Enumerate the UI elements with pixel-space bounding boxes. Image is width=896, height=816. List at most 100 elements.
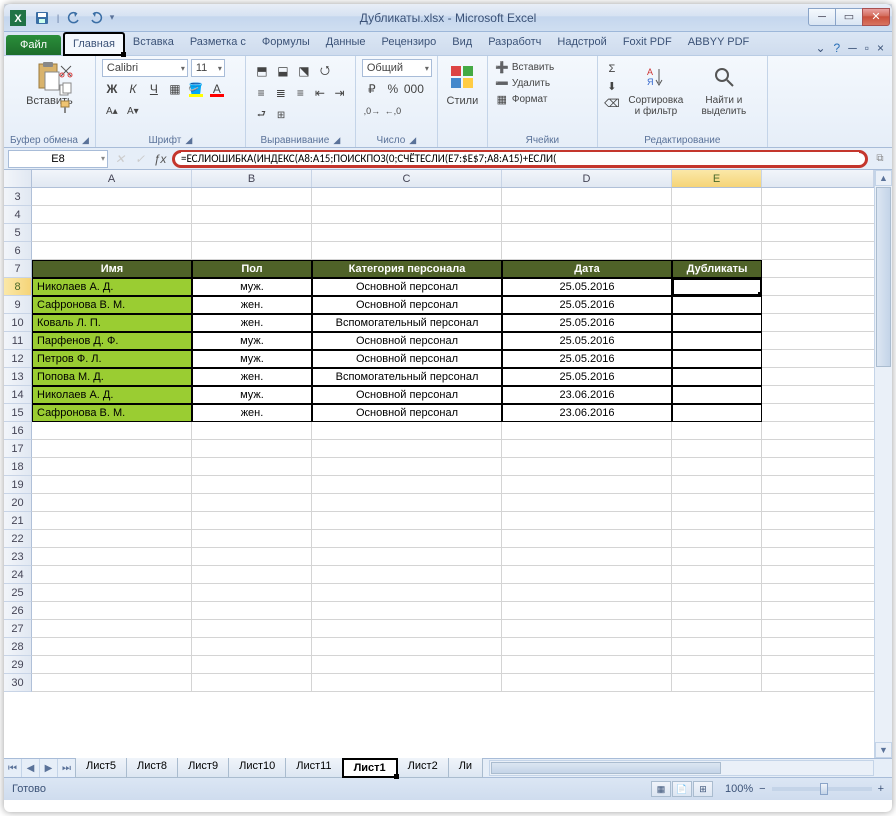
cell-E17[interactable] <box>672 440 762 458</box>
row-header[interactable]: 29 <box>4 656 32 674</box>
cell-C28[interactable] <box>312 638 502 656</box>
cell-D5[interactable] <box>502 224 672 242</box>
scroll-up-icon[interactable]: ▲ <box>875 170 892 186</box>
vertical-scrollbar[interactable]: ▲ ▼ <box>874 170 892 758</box>
ribbon-tab-разметка с[interactable]: Разметка с <box>182 32 254 55</box>
cell-E20[interactable] <box>672 494 762 512</box>
zoom-level[interactable]: 100% <box>725 783 753 795</box>
zoom-out-button[interactable]: − <box>759 783 765 795</box>
column-header-A[interactable]: A <box>32 170 192 187</box>
indent-increase-icon[interactable]: ⇥ <box>330 83 349 103</box>
doc-minimize-button[interactable]: ─ <box>848 41 857 55</box>
ribbon-tab-рецензиро[interactable]: Рецензиро <box>374 32 445 55</box>
cut-icon[interactable] <box>58 63 74 79</box>
cell-A26[interactable] <box>32 602 192 620</box>
cell-D22[interactable] <box>502 530 672 548</box>
file-tab[interactable]: Файл <box>6 35 61 55</box>
zoom-slider[interactable] <box>772 787 872 791</box>
cell-A17[interactable] <box>32 440 192 458</box>
cell-E4[interactable] <box>672 206 762 224</box>
align-middle-icon[interactable]: ⬓ <box>273 61 293 81</box>
cell-C10[interactable]: Вспомогательный персонал <box>312 314 502 332</box>
sheet-tab-Лист8[interactable]: Лист8 <box>126 758 178 778</box>
sheet-nav-last-icon[interactable]: ⏭ <box>58 759 76 777</box>
hscroll-thumb[interactable] <box>491 762 721 774</box>
cell-B28[interactable] <box>192 638 312 656</box>
cell-C23[interactable] <box>312 548 502 566</box>
row-header[interactable]: 23 <box>4 548 32 566</box>
cell-C20[interactable] <box>312 494 502 512</box>
column-header-E[interactable]: E <box>672 170 762 187</box>
cell-D6[interactable] <box>502 242 672 260</box>
ribbon-tab-abbyy pdf[interactable]: ABBYY PDF <box>680 32 758 55</box>
cell-E3[interactable] <box>672 188 762 206</box>
align-center-icon[interactable]: ≣ <box>271 83 290 103</box>
row-header[interactable]: 7 <box>4 260 32 278</box>
cell-D17[interactable] <box>502 440 672 458</box>
font-name-combo[interactable]: Calibri <box>102 59 188 77</box>
cell-C12[interactable]: Основной персонал <box>312 350 502 368</box>
cell-E24[interactable] <box>672 566 762 584</box>
row-header[interactable]: 19 <box>4 476 32 494</box>
name-box[interactable]: E8 <box>8 150 108 168</box>
cell-B12[interactable]: муж. <box>192 350 312 368</box>
sheet-tab-Лист2[interactable]: Лист2 <box>397 758 449 778</box>
cell-C25[interactable] <box>312 584 502 602</box>
view-pagebreak-button[interactable]: ⊞ <box>693 781 713 797</box>
cell-D8[interactable]: 25.05.2016 <box>502 278 672 296</box>
paste-button[interactable]: Вставить <box>10 59 89 109</box>
cell-D10[interactable]: 25.05.2016 <box>502 314 672 332</box>
grid-body[interactable]: 34567ИмяПолКатегория персоналаДатаДублик… <box>4 188 874 692</box>
merge-button[interactable]: ⊞ <box>272 105 290 125</box>
cell-E26[interactable] <box>672 602 762 620</box>
qat-dropdown-icon[interactable]: ▾ <box>108 8 116 28</box>
ribbon-tab-формулы[interactable]: Формулы <box>254 32 318 55</box>
cell-E28[interactable] <box>672 638 762 656</box>
fx-cancel-icon[interactable]: ✕ <box>112 152 128 166</box>
sheet-tab-Лист11[interactable]: Лист11 <box>285 758 342 778</box>
sheet-tab-Ли[interactable]: Ли <box>448 758 483 778</box>
cell-A4[interactable] <box>32 206 192 224</box>
row-header[interactable]: 11 <box>4 332 32 350</box>
percent-icon[interactable]: % <box>383 79 403 99</box>
align-top-icon[interactable]: ⬒ <box>252 61 272 81</box>
cell-E15[interactable] <box>672 404 762 422</box>
ribbon-tab-разработч[interactable]: Разработч <box>480 32 549 55</box>
autosum-icon[interactable]: Σ <box>604 61 620 77</box>
comma-icon[interactable]: 000 <box>404 79 424 99</box>
cell-B3[interactable] <box>192 188 312 206</box>
cell-B18[interactable] <box>192 458 312 476</box>
decrease-decimal-icon[interactable]: ←,0 <box>383 101 403 121</box>
cell-B20[interactable] <box>192 494 312 512</box>
cell-D28[interactable] <box>502 638 672 656</box>
row-header[interactable]: 21 <box>4 512 32 530</box>
cell-B5[interactable] <box>192 224 312 242</box>
border-button[interactable]: ▦ <box>165 79 185 99</box>
cell-C4[interactable] <box>312 206 502 224</box>
insert-cells-button[interactable]: Вставить <box>512 62 554 73</box>
cell-D26[interactable] <box>502 602 672 620</box>
cell-B17[interactable] <box>192 440 312 458</box>
undo-button[interactable] <box>64 8 84 28</box>
cell-C14[interactable]: Основной персонал <box>312 386 502 404</box>
cell-C17[interactable] <box>312 440 502 458</box>
cell-D15[interactable]: 23.06.2016 <box>502 404 672 422</box>
cell-B23[interactable] <box>192 548 312 566</box>
cell-C15[interactable]: Основной персонал <box>312 404 502 422</box>
row-header[interactable]: 30 <box>4 674 32 692</box>
fill-icon[interactable]: ⬇ <box>604 78 620 94</box>
row-header[interactable]: 20 <box>4 494 32 512</box>
column-header-C[interactable]: C <box>312 170 502 187</box>
indent-decrease-icon[interactable]: ⇤ <box>311 83 330 103</box>
cell-C9[interactable]: Основной персонал <box>312 296 502 314</box>
cell-A7[interactable]: Имя <box>32 260 192 278</box>
cell-E30[interactable] <box>672 674 762 692</box>
cell-E13[interactable] <box>672 368 762 386</box>
styles-button[interactable]: Стили <box>444 59 481 109</box>
font-color-button[interactable]: A <box>207 79 227 99</box>
cell-D7[interactable]: Дата <box>502 260 672 278</box>
view-normal-button[interactable]: ▦ <box>651 781 671 797</box>
minimize-button[interactable]: ─ <box>808 8 836 26</box>
row-header[interactable]: 3 <box>4 188 32 206</box>
doc-restore-button[interactable]: ▫ <box>865 41 869 55</box>
